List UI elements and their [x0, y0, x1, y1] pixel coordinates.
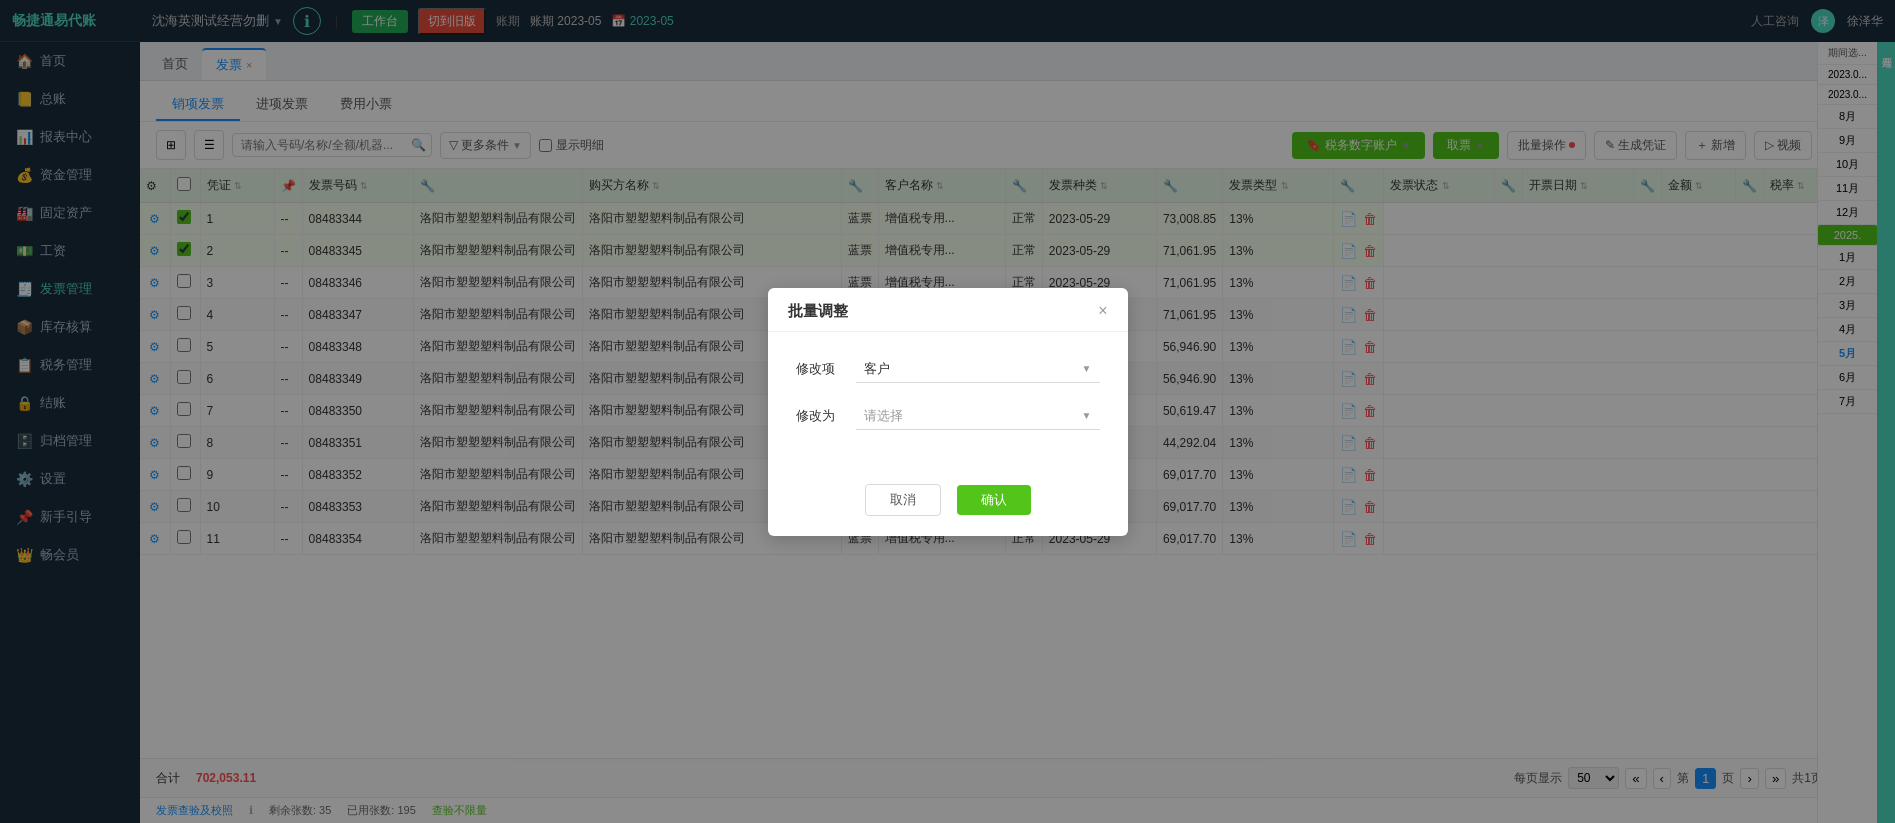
to-dropdown-arrow: ▼: [1082, 410, 1092, 421]
modal-footer: 取消 确认: [768, 474, 1128, 536]
modify-to-label: 修改为: [796, 407, 856, 425]
modal-header: 批量调整 ×: [768, 288, 1128, 332]
confirm-button[interactable]: 确认: [957, 485, 1031, 515]
modify-to-select[interactable]: 请选择 ▼: [856, 403, 1100, 430]
modify-field-row: 修改项 客户 ▼: [796, 356, 1100, 383]
modify-field-label: 修改项: [796, 360, 856, 378]
modal-close-button[interactable]: ×: [1098, 302, 1107, 320]
field-dropdown-arrow: ▼: [1082, 363, 1092, 374]
modal-overlay[interactable]: 批量调整 × 修改项 客户 ▼ 修改为 请选择 ▼ 取消 确认: [0, 0, 1895, 823]
modal-body: 修改项 客户 ▼ 修改为 请选择 ▼: [768, 332, 1128, 474]
modify-to-row: 修改为 请选择 ▼: [796, 403, 1100, 430]
modal-title: 批量调整: [788, 302, 848, 321]
cancel-button[interactable]: 取消: [865, 484, 941, 516]
modify-field-select[interactable]: 客户 ▼: [856, 356, 1100, 383]
batch-adjust-modal: 批量调整 × 修改项 客户 ▼ 修改为 请选择 ▼ 取消 确认: [768, 288, 1128, 536]
